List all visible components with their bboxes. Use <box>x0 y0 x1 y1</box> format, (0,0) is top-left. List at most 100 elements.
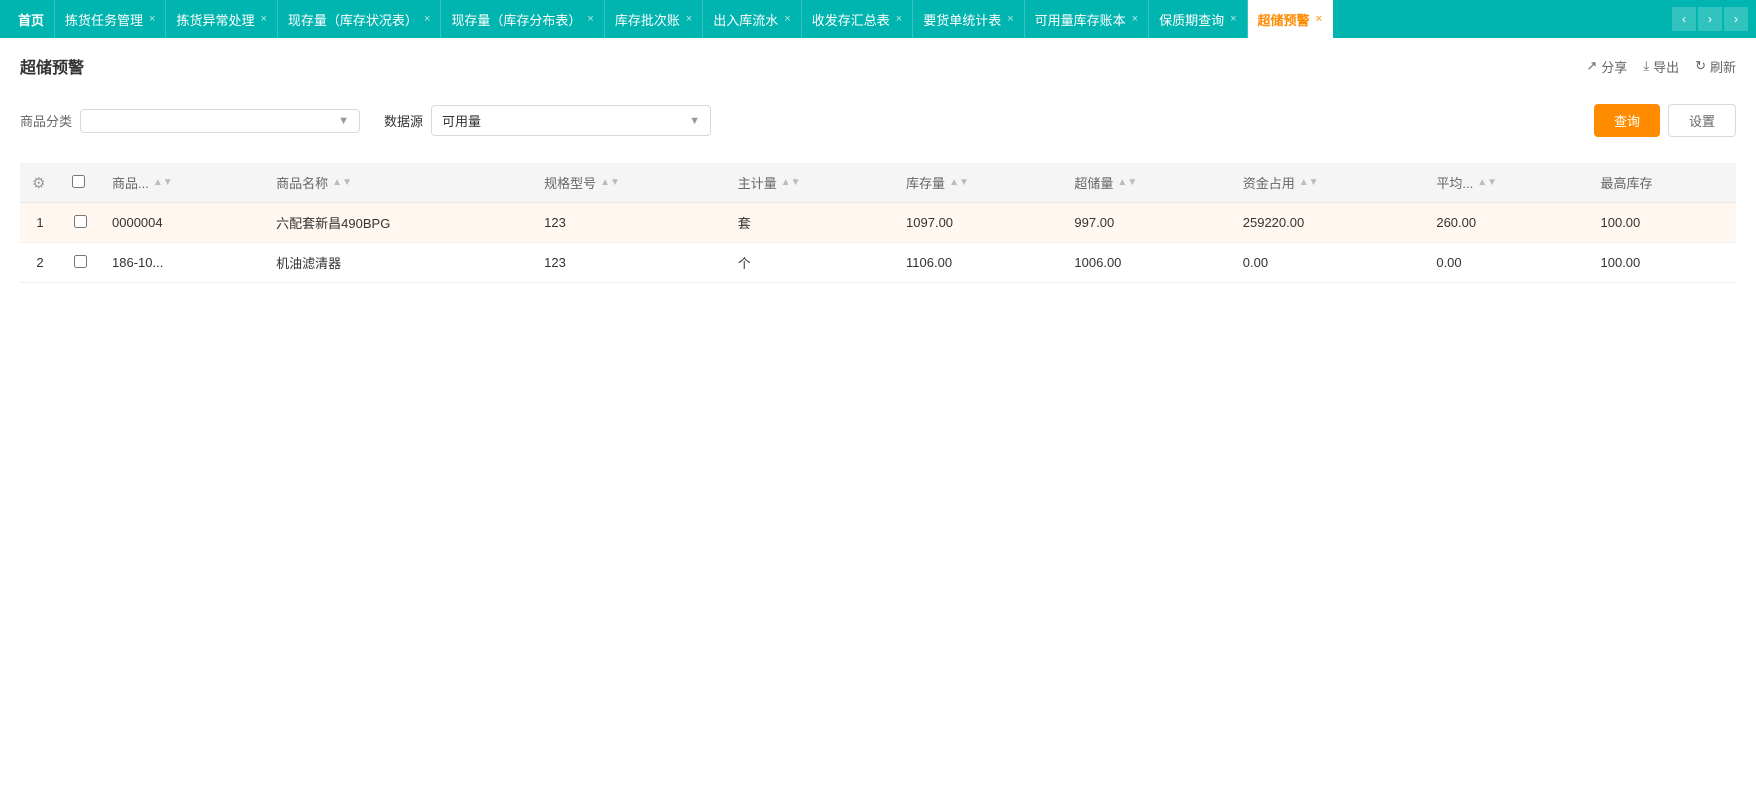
header-spec[interactable]: 规格型号 ▲▼ <box>532 163 726 203</box>
cell-max-stock: 100.00 <box>1589 243 1737 283</box>
row-num-2: 2 <box>20 243 60 283</box>
close-icon[interactable]: × <box>424 13 430 25</box>
select-all-checkbox[interactable] <box>72 175 85 188</box>
cell-code: 0000004 <box>100 203 264 243</box>
row-select-checkbox[interactable] <box>74 215 87 228</box>
table-row: 1 0000004 六配套新昌490BPG 123 套 1097.00 997.… <box>20 203 1736 243</box>
filter-actions: 查询 设置 <box>1594 104 1736 137</box>
cell-code: 186-10... <box>100 243 264 283</box>
category-select[interactable]: ▼ <box>80 109 360 133</box>
nav-next-button[interactable]: › <box>1698 7 1722 31</box>
nav-item-task-mgmt[interactable]: 拣货任务管理 × <box>55 0 166 38</box>
chevron-down-icon: ▼ <box>338 115 349 127</box>
close-icon[interactable]: × <box>1230 13 1236 25</box>
query-button[interactable]: 查询 <box>1594 104 1660 137</box>
top-navigation: 首页 拣货任务管理 × 拣货异常处理 × 现存量（库存状况表） × 现存量（库存… <box>0 0 1756 38</box>
nav-item-order-stat[interactable]: 要货单统计表 × <box>913 0 1024 38</box>
sort-icon: ▲▼ <box>1117 178 1137 188</box>
row-checkbox-2 <box>60 243 100 283</box>
table-header-row: ⚙ 商品... ▲▼ 商品名称 ▲▼ <box>20 163 1736 203</box>
page-header: 超储预警 ↗ 分享 ⤓ 导出 ↻ 刷新 <box>20 54 1736 78</box>
nav-item-collect[interactable]: 收发存汇总表 × <box>802 0 913 38</box>
data-table: ⚙ 商品... ▲▼ 商品名称 ▲▼ <box>20 163 1736 283</box>
cell-stock: 1097.00 <box>894 203 1062 243</box>
chevron-down-icon: ▼ <box>689 115 700 127</box>
datasource-select[interactable]: 可用量 ▼ <box>431 105 711 136</box>
nav-item-quality-check[interactable]: 保质期查询 × <box>1149 0 1247 38</box>
settings-button[interactable]: 设置 <box>1668 104 1736 137</box>
cell-capital: 259220.00 <box>1231 203 1425 243</box>
cell-unit: 个 <box>726 243 894 283</box>
share-button[interactable]: ↗ 分享 <box>1586 57 1627 76</box>
filter-bar: 商品分类 ▼ 数据源 可用量 ▼ 查询 设置 <box>20 94 1736 147</box>
close-icon[interactable]: × <box>260 13 266 25</box>
close-icon[interactable]: × <box>149 13 155 25</box>
nav-arrows: ‹ › › <box>1672 7 1748 31</box>
header-name[interactable]: 商品名称 ▲▼ <box>264 163 532 203</box>
sort-icon: ▲▼ <box>781 178 801 188</box>
export-icon: ⤓ <box>1643 58 1649 74</box>
nav-item-avail-ledger[interactable]: 可用量库存账本 × <box>1025 0 1149 38</box>
row-num-1: 1 <box>20 203 60 243</box>
nav-item-batch[interactable]: 库存批次账 × <box>605 0 703 38</box>
header-capital[interactable]: 资金占用 ▲▼ <box>1231 163 1425 203</box>
close-icon[interactable]: × <box>784 13 790 25</box>
nav-item-inout-flow[interactable]: 出入库流水 × <box>703 0 801 38</box>
category-label: 商品分类 <box>20 111 72 130</box>
close-icon[interactable]: × <box>587 13 593 25</box>
cell-spec: 123 <box>532 243 726 283</box>
page-title: 超储预警 <box>20 54 84 78</box>
cell-spec: 123 <box>532 203 726 243</box>
cell-name: 机油滤清器 <box>264 243 532 283</box>
table-row: 2 186-10... 机油滤清器 123 个 1106.00 1006.00 … <box>20 243 1736 283</box>
row-select-checkbox[interactable] <box>74 255 87 268</box>
nav-item-overstock[interactable]: 超储预警 × <box>1248 0 1333 38</box>
header-overstock[interactable]: 超储量 ▲▼ <box>1062 163 1230 203</box>
nav-home[interactable]: 首页 <box>8 0 55 38</box>
sort-icon: ▲▼ <box>1477 178 1497 188</box>
cell-unit: 套 <box>726 203 894 243</box>
nav-item-abnormal[interactable]: 拣货异常处理 × <box>166 0 277 38</box>
nav-menu-button[interactable]: › <box>1724 7 1748 31</box>
export-button[interactable]: ⤓ 导出 <box>1643 57 1679 76</box>
header-select-all <box>60 163 100 203</box>
refresh-icon: ↻ <box>1695 58 1706 74</box>
cell-avg: 0.00 <box>1424 243 1588 283</box>
nav-item-stock-dist[interactable]: 现存量（库存分布表） × <box>441 0 604 38</box>
share-icon: ↗ <box>1586 58 1597 74</box>
cell-stock: 1106.00 <box>894 243 1062 283</box>
sort-icon: ▲▼ <box>332 178 352 188</box>
sort-icon: ▲▼ <box>600 178 620 188</box>
header-actions: ↗ 分享 ⤓ 导出 ↻ 刷新 <box>1586 57 1736 76</box>
header-gear: ⚙ <box>20 163 60 203</box>
sort-icon: ▲▼ <box>153 178 173 188</box>
close-icon[interactable]: × <box>1316 13 1322 25</box>
header-unit[interactable]: 主计量 ▲▼ <box>726 163 894 203</box>
sort-icon: ▲▼ <box>949 178 969 188</box>
header-avg[interactable]: 平均... ▲▼ <box>1424 163 1588 203</box>
cell-overstock: 997.00 <box>1062 203 1230 243</box>
cell-overstock: 1006.00 <box>1062 243 1230 283</box>
header-code[interactable]: 商品... ▲▼ <box>100 163 264 203</box>
sort-icon: ▲▼ <box>1299 178 1319 188</box>
row-checkbox-1 <box>60 203 100 243</box>
nav-item-stock-status[interactable]: 现存量（库存状况表） × <box>278 0 441 38</box>
gear-icon[interactable]: ⚙ <box>32 175 45 192</box>
datasource-value: 可用量 <box>442 111 481 130</box>
cell-max-stock: 100.00 <box>1589 203 1737 243</box>
close-icon[interactable]: × <box>686 13 692 25</box>
main-content: 超储预警 ↗ 分享 ⤓ 导出 ↻ 刷新 商品分类 ▼ 数据源 <box>0 38 1756 800</box>
close-icon[interactable]: × <box>1007 13 1013 25</box>
nav-prev-button[interactable]: ‹ <box>1672 7 1696 31</box>
header-max-stock: 最高库存 <box>1589 163 1737 203</box>
datasource-label: 数据源 <box>384 111 423 130</box>
close-icon[interactable]: × <box>896 13 902 25</box>
datasource-filter: 数据源 可用量 ▼ <box>384 105 711 136</box>
header-stock[interactable]: 库存量 ▲▼ <box>894 163 1062 203</box>
category-filter: 商品分类 ▼ <box>20 109 360 133</box>
cell-capital: 0.00 <box>1231 243 1425 283</box>
cell-avg: 260.00 <box>1424 203 1588 243</box>
close-icon[interactable]: × <box>1132 13 1138 25</box>
refresh-button[interactable]: ↻ 刷新 <box>1695 57 1736 76</box>
cell-name: 六配套新昌490BPG <box>264 203 532 243</box>
